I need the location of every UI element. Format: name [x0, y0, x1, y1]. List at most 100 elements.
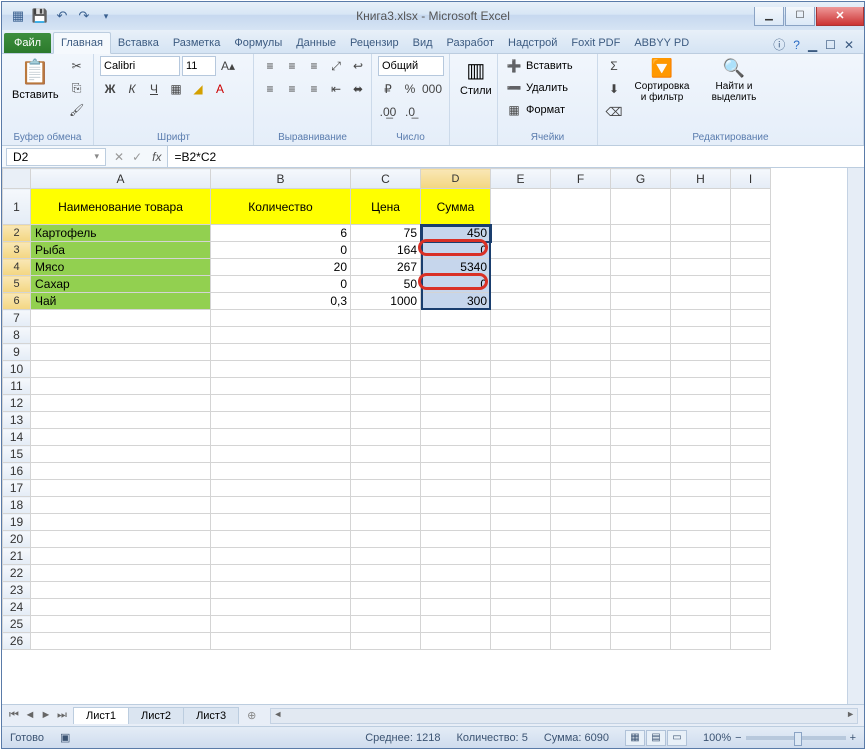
- cell[interactable]: [551, 327, 611, 344]
- bold-icon[interactable]: Ж: [100, 79, 120, 99]
- row-header-23[interactable]: 23: [3, 582, 31, 599]
- cell[interactable]: [551, 189, 611, 225]
- cell[interactable]: [421, 582, 491, 599]
- fx-cancel-icon[interactable]: ✕: [110, 150, 128, 164]
- ribbon-tab-4[interactable]: Данные: [289, 33, 343, 53]
- cell[interactable]: [731, 446, 771, 463]
- cell[interactable]: [351, 446, 421, 463]
- cell[interactable]: [671, 412, 731, 429]
- cell[interactable]: [421, 497, 491, 514]
- cell[interactable]: [551, 497, 611, 514]
- align-mid-icon[interactable]: ≡: [282, 56, 302, 76]
- view-break-icon[interactable]: ▭: [667, 730, 687, 746]
- cell[interactable]: [551, 599, 611, 616]
- row-header-25[interactable]: 25: [3, 616, 31, 633]
- cell[interactable]: [731, 225, 771, 242]
- cell[interactable]: [731, 378, 771, 395]
- row-header-11[interactable]: 11: [3, 378, 31, 395]
- row-header-9[interactable]: 9: [3, 344, 31, 361]
- copy-icon[interactable]: ⎘: [67, 78, 87, 98]
- cell[interactable]: [31, 480, 211, 497]
- cell-price[interactable]: 164: [351, 242, 421, 259]
- cell[interactable]: [671, 463, 731, 480]
- cell[interactable]: [731, 463, 771, 480]
- cell[interactable]: [491, 599, 551, 616]
- cell[interactable]: [31, 514, 211, 531]
- cell-qty[interactable]: 20: [211, 259, 351, 276]
- format-painter-icon[interactable]: 🖌: [67, 100, 87, 120]
- cell[interactable]: [491, 327, 551, 344]
- align-top-icon[interactable]: ≡: [260, 56, 280, 76]
- cell[interactable]: [551, 531, 611, 548]
- worksheet-grid[interactable]: ABCDEFGHI1Наименование товараКоличествоЦ…: [2, 168, 864, 704]
- cell[interactable]: [611, 446, 671, 463]
- find-select-button[interactable]: 🔍 Найти и выделить: [700, 56, 768, 105]
- cell[interactable]: [671, 565, 731, 582]
- cell[interactable]: [31, 599, 211, 616]
- cell[interactable]: [671, 242, 731, 259]
- cell[interactable]: [211, 531, 351, 548]
- cell[interactable]: [611, 242, 671, 259]
- fx-icon[interactable]: fx: [146, 150, 167, 164]
- cell[interactable]: [211, 480, 351, 497]
- ribbon-tab-3[interactable]: Формулы: [227, 33, 289, 53]
- sheet-prev-icon[interactable]: ◄: [22, 709, 38, 722]
- cell[interactable]: [611, 633, 671, 650]
- cell[interactable]: [731, 514, 771, 531]
- cell[interactable]: [351, 633, 421, 650]
- cell[interactable]: [351, 548, 421, 565]
- cell[interactable]: [611, 565, 671, 582]
- format-cells-button[interactable]: ▦Формат: [504, 100, 565, 120]
- cell[interactable]: [31, 565, 211, 582]
- cell[interactable]: [211, 378, 351, 395]
- cell[interactable]: [671, 514, 731, 531]
- cell[interactable]: [351, 429, 421, 446]
- cell[interactable]: [491, 633, 551, 650]
- ribbon-tab-2[interactable]: Разметка: [166, 33, 228, 53]
- cell[interactable]: [491, 582, 551, 599]
- cell[interactable]: [731, 310, 771, 327]
- cell[interactable]: [671, 497, 731, 514]
- delete-cells-button[interactable]: ➖Удалить: [504, 78, 568, 98]
- cell[interactable]: [491, 293, 551, 310]
- row-header-2[interactable]: 2: [3, 225, 31, 242]
- align-right-icon[interactable]: ≡: [304, 79, 324, 99]
- horizontal-scrollbar[interactable]: [270, 708, 858, 724]
- row-header-21[interactable]: 21: [3, 548, 31, 565]
- row-header-15[interactable]: 15: [3, 446, 31, 463]
- cell[interactable]: [491, 189, 551, 225]
- undo-icon[interactable]: ↶: [52, 6, 72, 26]
- header-cell[interactable]: Количество: [211, 189, 351, 225]
- cell[interactable]: [731, 344, 771, 361]
- zoom-in-icon[interactable]: +: [850, 732, 856, 744]
- cell[interactable]: [31, 344, 211, 361]
- cell[interactable]: [491, 412, 551, 429]
- cell[interactable]: [731, 259, 771, 276]
- cell[interactable]: [551, 582, 611, 599]
- row-header-24[interactable]: 24: [3, 599, 31, 616]
- percent-icon[interactable]: %: [400, 79, 420, 99]
- ribbon-tab-10[interactable]: ABBYY PD: [627, 33, 696, 53]
- cell[interactable]: [671, 531, 731, 548]
- cell[interactable]: [671, 548, 731, 565]
- cell[interactable]: [671, 378, 731, 395]
- cell[interactable]: [421, 446, 491, 463]
- zoom-control[interactable]: 100% − +: [703, 732, 856, 744]
- col-header-G[interactable]: G: [611, 169, 671, 189]
- cell[interactable]: [31, 633, 211, 650]
- cell[interactable]: [551, 276, 611, 293]
- cell[interactable]: [491, 548, 551, 565]
- row-header-6[interactable]: 6: [3, 293, 31, 310]
- cell[interactable]: [491, 225, 551, 242]
- cell[interactable]: [351, 463, 421, 480]
- cell[interactable]: [671, 310, 731, 327]
- cell[interactable]: [671, 361, 731, 378]
- cell[interactable]: [421, 378, 491, 395]
- row-header-5[interactable]: 5: [3, 276, 31, 293]
- cell[interactable]: [671, 582, 731, 599]
- cell[interactable]: [551, 293, 611, 310]
- cell[interactable]: [551, 378, 611, 395]
- ribbon-tab-6[interactable]: Вид: [406, 33, 440, 53]
- cell[interactable]: [611, 327, 671, 344]
- cell-price[interactable]: 50: [351, 276, 421, 293]
